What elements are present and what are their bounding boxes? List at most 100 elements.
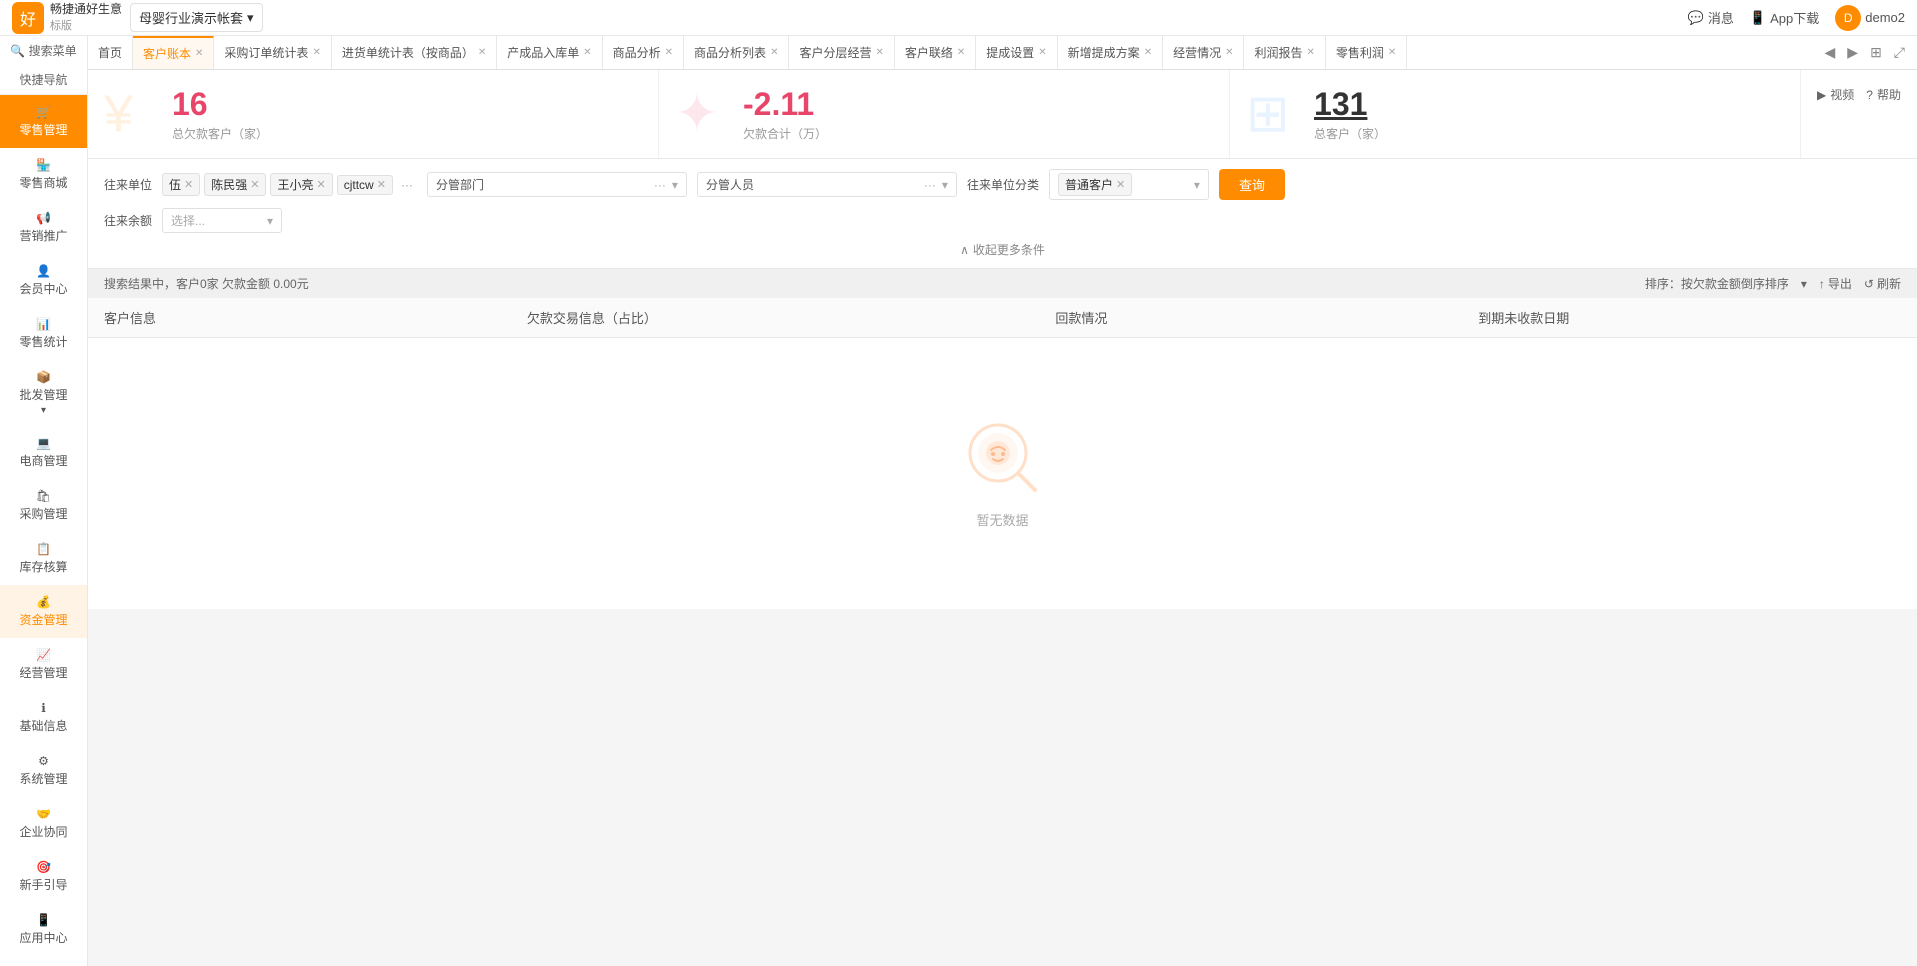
tab-close-icon[interactable]: ✕: [1225, 47, 1233, 58]
tag-remove-wu[interactable]: ✕: [184, 178, 193, 191]
sidebar-item-operations[interactable]: 📈 经营管理: [0, 638, 87, 691]
video-label: 视频: [1830, 86, 1854, 103]
video-button[interactable]: ▶ 视频: [1817, 86, 1854, 103]
sidebar-item-retail-mall[interactable]: 🏪 零售商城: [0, 148, 87, 201]
balance-select[interactable]: 选择... ▾: [162, 208, 282, 233]
unit-type-label: 往来单位分类: [967, 176, 1039, 193]
expand-icon: ▾: [41, 405, 46, 416]
tab-close-icon[interactable]: ✕: [665, 47, 673, 58]
tab-product-inbound[interactable]: 产成品入库单 ✕: [497, 36, 602, 69]
sidebar-item-label: 采购管理: [19, 505, 67, 522]
tab-product-analysis[interactable]: 商品分析 ✕: [603, 36, 684, 69]
unit-label: 往来单位: [104, 176, 152, 193]
tab-retail-profit[interactable]: 零售利润 ✕: [1326, 36, 1407, 69]
tab-menu-button[interactable]: ⊞: [1866, 42, 1886, 63]
sidebar-item-label: 零售管理: [19, 121, 67, 138]
tab-close-icon[interactable]: ✕: [875, 47, 883, 58]
message-button[interactable]: 💬 消息: [1688, 8, 1734, 27]
empty-state-icon: [963, 418, 1043, 498]
workspace-selector[interactable]: 母婴行业演示帐套 ▾: [130, 3, 263, 32]
tab-profit-report[interactable]: 利润报告 ✕: [1244, 36, 1325, 69]
tab-fullscreen-button[interactable]: ⤢: [1890, 42, 1909, 63]
tab-close-icon[interactable]: ✕: [478, 47, 486, 58]
tab-close-icon[interactable]: ✕: [583, 47, 591, 58]
tab-prev-button[interactable]: ◀: [1821, 42, 1840, 63]
sidebar-item-label: 应用中心: [19, 929, 67, 946]
results-bar-right: 排序：按欠款金额倒序排序 ▾ ↑ 导出 ↺ 刷新: [1645, 275, 1901, 292]
tab-close-icon[interactable]: ✕: [1307, 47, 1315, 58]
sidebar-item-retail-stats[interactable]: 📊 零售统计: [0, 307, 87, 360]
marketing-icon: 📢: [36, 211, 51, 225]
sidebar-item-wholesale[interactable]: 📦 批发管理 ▾: [0, 360, 87, 426]
tab-close-icon[interactable]: ✕: [770, 47, 778, 58]
sidebar-item-ecommerce[interactable]: 💻 电商管理: [0, 426, 87, 479]
sidebar-item-basic-info[interactable]: ℹ 基础信息: [0, 691, 87, 744]
sidebar-item-enterprise-wechat[interactable]: 💬 企业微信: [0, 956, 87, 966]
manager-clear-icon[interactable]: ···: [924, 178, 936, 192]
user-menu[interactable]: D demo2: [1835, 5, 1905, 31]
tab-operations[interactable]: 经营情况 ✕: [1163, 36, 1244, 69]
tab-close-icon[interactable]: ✕: [1144, 47, 1152, 58]
unit-type-tag-remove[interactable]: ✕: [1116, 178, 1125, 191]
export-icon: ↑: [1819, 277, 1825, 291]
results-summary: 搜索结果中，客户0家 欠款金额 0.00元: [104, 275, 309, 292]
tab-customer-segmentation[interactable]: 客户分层经营 ✕: [789, 36, 894, 69]
sidebar-item-app-center[interactable]: 📱 应用中心: [0, 903, 87, 956]
collapse-button[interactable]: ∧ 收起更多条件: [960, 241, 1045, 258]
sidebar-item-label: 系统管理: [19, 770, 67, 787]
stat-info-3: 131 总客户（家）: [1314, 86, 1386, 142]
sidebar-item-collaboration[interactable]: 🤝 企业协同: [0, 797, 87, 850]
tab-purchase-order[interactable]: 采购订单统计表 ✕: [214, 36, 331, 69]
sidebar-item-system[interactable]: ⚙ 系统管理: [0, 744, 87, 797]
tab-product-analysis-list[interactable]: 商品分析列表 ✕: [684, 36, 789, 69]
retail-management-icon: 🛒: [36, 105, 51, 119]
quick-nav-button[interactable]: 快捷导航: [0, 65, 87, 95]
sidebar-item-retail-management[interactable]: 🛒 零售管理: [0, 95, 87, 148]
tab-close-icon[interactable]: ✕: [1388, 47, 1396, 58]
logo-area: 好 畅捷通好生意 标版: [12, 2, 122, 34]
video-help-area: ▶ 视频 ? 帮助: [1801, 78, 1917, 111]
tab-close-icon[interactable]: ✕: [957, 47, 965, 58]
tab-close-icon[interactable]: ✕: [195, 48, 203, 59]
tab-close-icon[interactable]: ✕: [312, 47, 320, 58]
sidebar-item-inventory[interactable]: 📋 库存核算: [0, 532, 87, 585]
table-area: 客户信息 欠款交易信息（占比） 回款情况 到期未收款日期: [88, 298, 1917, 609]
tab-next-button[interactable]: ▶: [1843, 42, 1862, 63]
tab-customer-ledger[interactable]: 客户账本 ✕: [133, 36, 214, 69]
sidebar-item-member-center[interactable]: 👤 会员中心: [0, 254, 87, 307]
tab-close-icon[interactable]: ✕: [1038, 47, 1046, 58]
unit-type-select[interactable]: 普通客户 ✕ ▾: [1049, 169, 1209, 200]
sidebar-item-guide[interactable]: 🎯 新手引导: [0, 850, 87, 903]
query-button[interactable]: 查询: [1219, 169, 1285, 200]
manager-select[interactable]: 分管人员 ··· ▾: [697, 172, 957, 197]
tab-new-commission[interactable]: 新增提成方案 ✕: [1058, 36, 1163, 69]
stat-number-3: 131: [1314, 86, 1386, 123]
unit-type-tag-text: 普通客户: [1065, 176, 1113, 193]
tag-text: 王小亮: [277, 176, 313, 193]
workspace-label: 母婴行业演示帐套: [139, 8, 243, 27]
tab-commission-settings[interactable]: 提成设置 ✕: [976, 36, 1057, 69]
refresh-label: 刷新: [1877, 275, 1901, 292]
purchase-icon: 🛍: [36, 489, 51, 503]
tab-goods-stats[interactable]: 进货单统计表（按商品） ✕: [332, 36, 497, 69]
tag-remove-wang[interactable]: ✕: [317, 178, 326, 191]
sidebar-item-purchase[interactable]: 🛍 采购管理: [0, 479, 87, 532]
tab-home[interactable]: 首页: [88, 36, 133, 69]
tab-customer-contact[interactable]: 客户联络 ✕: [895, 36, 976, 69]
sidebar-search-button[interactable]: 🔍 搜索菜单: [0, 36, 87, 65]
help-button[interactable]: ? 帮助: [1866, 86, 1901, 103]
stat-block-total: ⊞ 131 总客户（家）: [1230, 70, 1801, 158]
dept-arrow-icon: ▾: [672, 178, 678, 192]
tab-label: 首页: [98, 44, 122, 61]
refresh-button[interactable]: ↺ 刷新: [1864, 275, 1901, 292]
sidebar-item-marketing[interactable]: 📢 营销推广: [0, 201, 87, 254]
tag-remove-cjttcw[interactable]: ✕: [377, 178, 386, 191]
sidebar-item-label: 零售商城: [19, 174, 67, 191]
dept-clear-icon[interactable]: ···: [654, 178, 666, 192]
filter-more-button[interactable]: ···: [397, 176, 417, 194]
app-download-button[interactable]: 📱 App下载: [1750, 8, 1819, 27]
tag-remove-chen[interactable]: ✕: [250, 178, 259, 191]
export-button[interactable]: ↑ 导出: [1819, 275, 1852, 292]
dept-select[interactable]: 分管部门 ··· ▾: [427, 172, 687, 197]
sidebar-item-finance[interactable]: 💰 资金管理: [0, 585, 87, 638]
